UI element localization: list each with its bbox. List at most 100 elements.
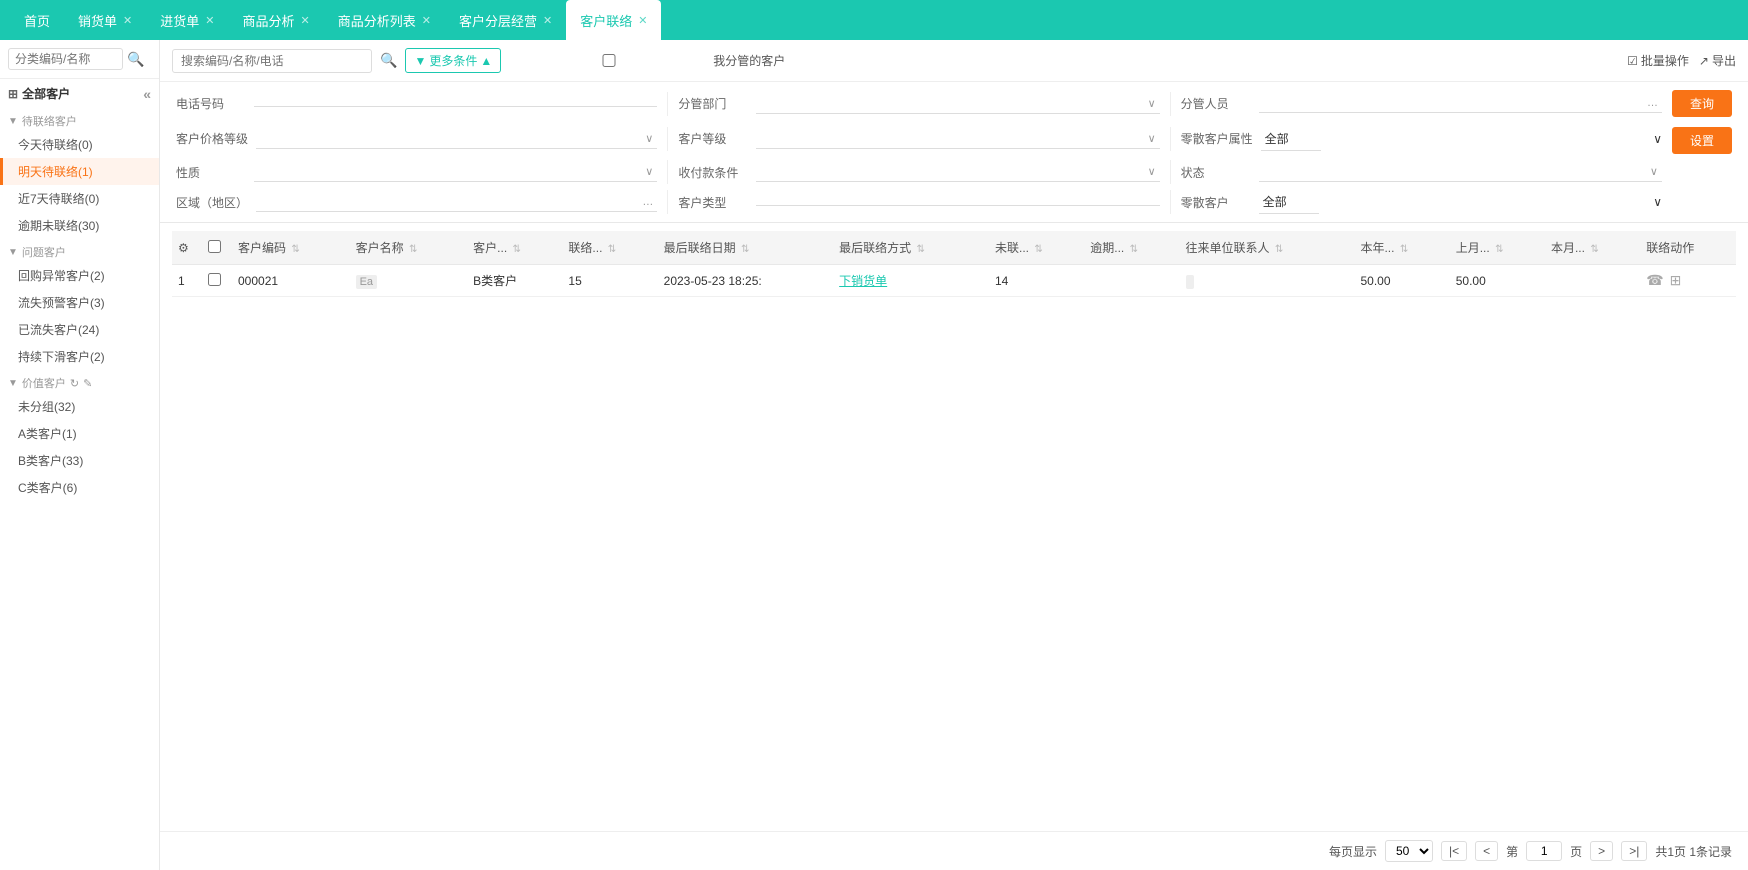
sidebar-item-a-class[interactable]: A类客户(1) xyxy=(0,420,159,447)
sidebar-item-c-class[interactable]: C类客户(6) xyxy=(0,474,159,501)
filter-dept-field: 分管部门 ∨ xyxy=(678,94,1159,114)
sort-name-icon[interactable]: ⇅ xyxy=(409,244,417,255)
page-size-select[interactable]: 50 xyxy=(1385,840,1433,862)
nav-sales-order[interactable]: 销货单 ✕ xyxy=(64,0,146,40)
close-customer-contact-icon[interactable]: ✕ xyxy=(638,14,647,27)
sort-year-icon[interactable]: ⇅ xyxy=(1400,244,1408,255)
sidebar-search-icon[interactable]: 🔍 xyxy=(127,51,144,68)
chevron-down-payment-icon: ∨ xyxy=(1148,165,1156,178)
cell-uncontacted: 14 xyxy=(989,265,1084,297)
sort-uncontacted-icon[interactable]: ⇅ xyxy=(1034,244,1042,255)
sidebar-item-tomorrow-contact[interactable]: 明天待联络(1) xyxy=(0,158,159,185)
filter-row-1: 电话号码 分管部门 ∨ 分管人员 … xyxy=(176,90,1732,117)
sort-unit-icon[interactable]: ⇅ xyxy=(1275,244,1283,255)
prev-page-button[interactable]: < xyxy=(1475,841,1498,861)
sidebar-item-repurchase-abnormal[interactable]: 回购异常客户(2) xyxy=(0,262,159,289)
batch-operation-button[interactable]: ☑ 批量操作 xyxy=(1627,52,1689,69)
last-page-button[interactable]: >| xyxy=(1621,841,1647,861)
cell-unit-contact xyxy=(1180,265,1355,297)
nav-product-analysis[interactable]: 商品分析 ✕ xyxy=(228,0,323,40)
filter-payment-label: 收付款条件 xyxy=(678,164,748,181)
filter-region-field: 区域（地区） … xyxy=(176,193,657,212)
nav-purchase-order[interactable]: 进货单 ✕ xyxy=(146,0,228,40)
filter-gender-select[interactable]: ∨ xyxy=(254,162,657,182)
sidebar-all-customers[interactable]: ⊞ 全部客户 « xyxy=(0,79,159,108)
filter-row-4: 区域（地区） … 客户类型 零散客户 全部 xyxy=(176,190,1732,214)
search-button-icon[interactable]: 🔍 xyxy=(380,52,397,69)
top-navigation: 首页 销货单 ✕ 进货单 ✕ 商品分析 ✕ 商品分析列表 ✕ 客户分层经营 ✕ … xyxy=(0,0,1748,40)
cell-code: 000021 xyxy=(232,265,350,297)
close-customer-segmentation-icon[interactable]: ✕ xyxy=(543,14,552,27)
cell-last-contact-method: 下销货单 xyxy=(833,265,989,297)
nav-home[interactable]: 首页 xyxy=(10,0,64,40)
col-settings: ⚙ xyxy=(172,231,202,265)
chevron-down-manager-icon: … xyxy=(1647,97,1658,109)
table-header-row: ⚙ 客户编码 ⇅ 客户名称 ⇅ xyxy=(172,231,1736,265)
sidebar-item-declining[interactable]: 持续下滑客户(2) xyxy=(0,343,159,370)
sort-overdue-icon[interactable]: ⇅ xyxy=(1130,244,1138,255)
close-sales-order-icon[interactable]: ✕ xyxy=(123,14,132,27)
collapse-sidebar-icon[interactable]: « xyxy=(143,86,151,102)
sidebar-item-7days-contact[interactable]: 近7天待联络(0) xyxy=(0,185,159,212)
more-action-icon[interactable]: ⊞ xyxy=(1670,272,1682,289)
filter-dept-label: 分管部门 xyxy=(678,95,748,112)
sidebar-item-b-class[interactable]: B类客户(33) xyxy=(0,447,159,474)
edit-icon[interactable]: ✎ xyxy=(83,377,92,390)
sidebar-item-ungrouped[interactable]: 未分组(32) xyxy=(0,393,159,420)
cell-checkbox xyxy=(202,265,232,297)
sort-date-icon[interactable]: ⇅ xyxy=(741,244,749,255)
sort-code-icon[interactable]: ⇅ xyxy=(291,244,299,255)
my-customers-checkbox-label[interactable]: 我分管的客户 xyxy=(509,52,785,69)
nav-product-analysis-list[interactable]: 商品分析列表 ✕ xyxy=(324,0,445,40)
sort-method-icon[interactable]: ⇅ xyxy=(917,244,925,255)
filter-manager-select[interactable]: … xyxy=(1259,94,1662,113)
filter-customer-type-select[interactable] xyxy=(756,199,1159,206)
refresh-icon[interactable]: ↻ xyxy=(70,377,79,390)
export-icon: ↗ xyxy=(1699,54,1709,68)
close-product-analysis-list-icon[interactable]: ✕ xyxy=(422,14,431,27)
triangle-icon: ▼ xyxy=(8,116,18,127)
filter-payment-select[interactable]: ∨ xyxy=(756,162,1159,182)
sort-this-month-icon[interactable]: ⇅ xyxy=(1590,244,1598,255)
close-product-analysis-icon[interactable]: ✕ xyxy=(301,14,310,27)
filter-retail-customer-select[interactable]: 全部 xyxy=(1259,190,1319,214)
filter-row-2: 客户价格等级 ∨ 客户等级 ∨ 零散客户属性 xyxy=(176,123,1732,154)
query-button[interactable]: 查询 xyxy=(1672,90,1732,117)
filter-dept-select[interactable]: ∨ xyxy=(756,94,1159,114)
col-actions: 联络动作 xyxy=(1640,231,1736,265)
select-all-checkbox[interactable] xyxy=(208,240,221,253)
sidebar-item-today-contact[interactable]: 今天待联络(0) xyxy=(0,131,159,158)
settings-button[interactable]: 设置 xyxy=(1672,127,1732,154)
sidebar-item-churned[interactable]: 已流失客户(24) xyxy=(0,316,159,343)
nav-customer-contact[interactable]: 客户联络 ✕ xyxy=(566,0,661,40)
sort-contact-icon[interactable]: ⇅ xyxy=(608,244,616,255)
filter-retail-attr-select[interactable]: 全部 xyxy=(1261,127,1321,151)
export-button[interactable]: ↗ 导出 xyxy=(1699,52,1736,69)
settings-col-icon[interactable]: ⚙ xyxy=(178,241,189,255)
chevron-down-region-icon: … xyxy=(642,196,653,208)
my-customers-checkbox[interactable] xyxy=(509,54,709,67)
filter-region-select[interactable]: … xyxy=(256,193,657,212)
sidebar-item-overdue-contact[interactable]: 逾期未联络(30) xyxy=(0,212,159,239)
sidebar-search-input[interactable] xyxy=(8,48,123,70)
sort-last-month-icon[interactable]: ⇅ xyxy=(1495,244,1503,255)
filter-price-select[interactable]: ∨ xyxy=(256,129,657,149)
nav-customer-segmentation[interactable]: 客户分层经营 ✕ xyxy=(445,0,566,40)
row-checkbox[interactable] xyxy=(208,273,221,286)
last-contact-method-link[interactable]: 下销货单 xyxy=(839,274,887,288)
next-page-button[interactable]: > xyxy=(1590,841,1613,861)
page-label: 第 xyxy=(1506,843,1518,860)
filter-phone-input[interactable] xyxy=(254,100,657,107)
filter-status-select[interactable]: ∨ xyxy=(1259,162,1662,182)
close-purchase-order-icon[interactable]: ✕ xyxy=(205,14,214,27)
sort-type-icon[interactable]: ⇅ xyxy=(513,244,521,255)
sidebar-item-churn-warning[interactable]: 流失预警客户(3) xyxy=(0,289,159,316)
contact-action-icon[interactable]: ☎ xyxy=(1646,272,1663,289)
search-input[interactable] xyxy=(172,49,372,73)
more-conditions-button[interactable]: ▼ 更多条件 ▲ xyxy=(405,48,501,73)
filter-level-select[interactable]: ∨ xyxy=(756,129,1159,149)
first-page-button[interactable]: |< xyxy=(1441,841,1467,861)
page-size-label: 每页显示 xyxy=(1329,843,1377,860)
filter-status-label: 状态 xyxy=(1181,164,1251,181)
current-page-input[interactable] xyxy=(1526,841,1562,861)
